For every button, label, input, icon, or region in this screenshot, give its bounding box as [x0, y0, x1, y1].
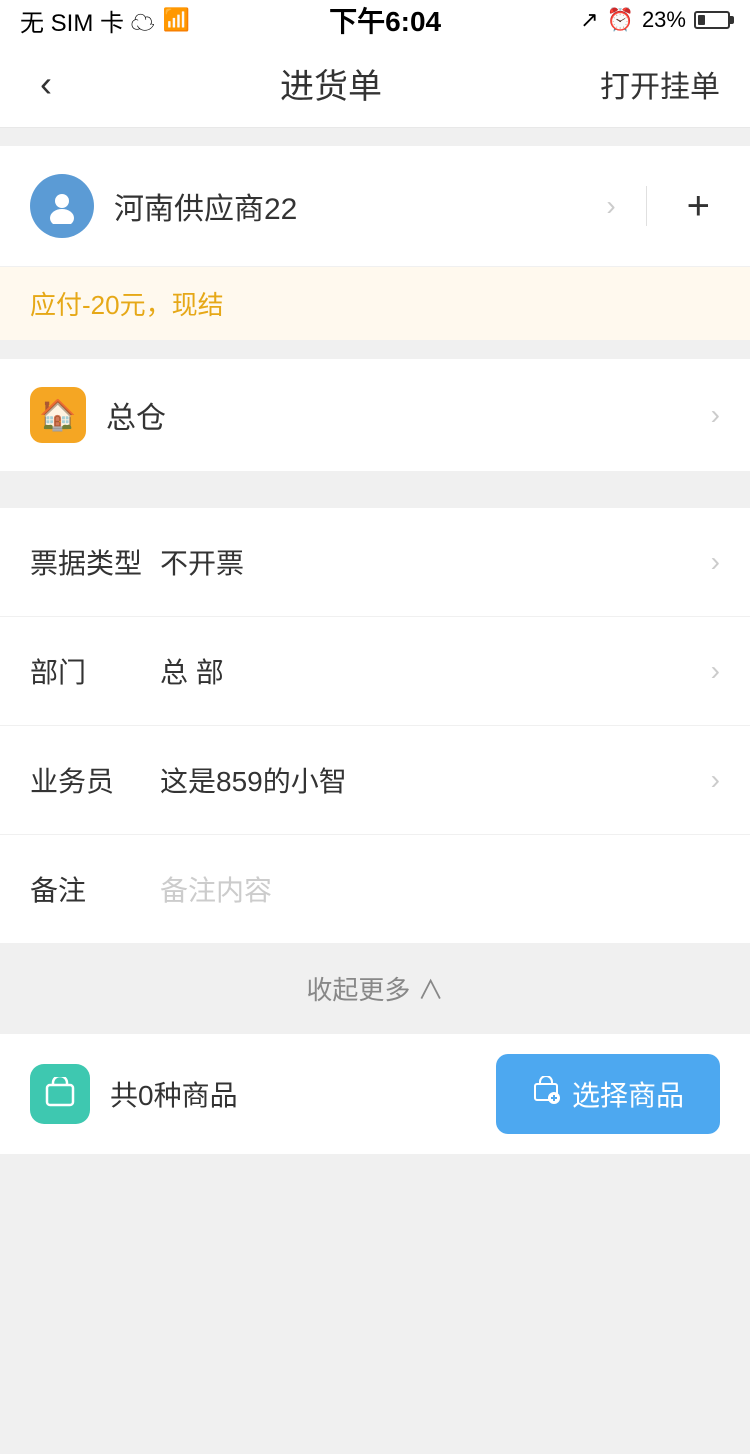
warehouse-name: 总仓: [106, 393, 711, 437]
dept-value: 总 部: [160, 651, 711, 691]
person-icon: [44, 188, 80, 224]
invoice-row[interactable]: 票据类型 不开票 ›: [0, 508, 750, 617]
status-time: 下午6:04: [329, 0, 441, 40]
sales-label: 业务员: [30, 760, 160, 800]
status-right: ↗ ⏰ 23%: [580, 7, 730, 33]
invoice-label: 票据类型: [30, 542, 160, 582]
divider: [646, 186, 647, 226]
location-icon: ↗: [580, 7, 598, 33]
open-pending-button[interactable]: 打开挂单: [600, 62, 720, 106]
dept-chevron-icon: ›: [711, 655, 720, 687]
mid-divider1: [0, 341, 750, 359]
warehouse-icon: 🏠: [30, 387, 86, 443]
page-title: 进货单: [280, 59, 382, 108]
select-product-button[interactable]: 选择商品: [496, 1054, 720, 1134]
cart-icon: [532, 1076, 562, 1106]
alarm-icon: ⏰: [607, 7, 634, 33]
add-button[interactable]: +: [677, 184, 720, 229]
product-icon: [30, 1064, 90, 1124]
select-cart-icon: [532, 1076, 562, 1113]
warehouse-chevron-icon: ›: [711, 399, 720, 431]
remark-row[interactable]: 备注 备注内容: [0, 835, 750, 944]
remark-input[interactable]: 备注内容: [160, 869, 720, 909]
remark-label: 备注: [30, 869, 160, 909]
invoice-value: 不开票: [160, 542, 711, 582]
cart-small-icon: [43, 1077, 77, 1111]
battery-icon: [694, 11, 730, 29]
sales-row[interactable]: 业务员 这是859的小智 ›: [0, 726, 750, 835]
invoice-chevron-icon: ›: [711, 546, 720, 578]
info-banner: 应付-20元，现结: [0, 267, 750, 341]
dept-label: 部门: [30, 651, 160, 691]
wifi-icon: 📶: [163, 7, 190, 33]
select-btn-label: 选择商品: [572, 1074, 684, 1114]
mid-divider2: [0, 472, 750, 490]
page-background: [0, 1154, 750, 1454]
battery-label: 23%: [642, 7, 686, 33]
back-button[interactable]: ‹: [30, 53, 62, 115]
product-count-text: 共0种商品: [110, 1074, 496, 1114]
collapse-toggle[interactable]: 收起更多 ∧: [0, 944, 750, 1033]
form-section: 票据类型 不开票 › 部门 总 部 › 业务员 这是859的小智 › 备注 备注…: [0, 508, 750, 944]
nav-bar: ‹ 进货单 打开挂单: [0, 40, 750, 128]
bottom-bar: 共0种商品 选择商品: [0, 1033, 750, 1154]
sim-label: 无 SIM 卡 ☁: [20, 3, 155, 38]
info-text: 应付-20元，现结: [30, 290, 224, 320]
sales-chevron-icon: ›: [711, 764, 720, 796]
top-divider: [0, 128, 750, 146]
avatar: [30, 174, 94, 238]
warehouse-card: 🏠 总仓 ›: [0, 359, 750, 472]
warehouse-row[interactable]: 🏠 总仓 ›: [0, 359, 750, 472]
status-bar: 无 SIM 卡 ☁ 📶 下午6:04 ↗ ⏰ 23%: [0, 0, 750, 40]
dept-row[interactable]: 部门 总 部 ›: [0, 617, 750, 726]
status-left: 无 SIM 卡 ☁ 📶: [20, 3, 190, 38]
supplier-row[interactable]: 河南供应商22 › +: [0, 146, 750, 267]
sales-value: 这是859的小智: [160, 760, 711, 800]
supplier-card: 河南供应商22 › + 应付-20元，现结: [0, 146, 750, 341]
supplier-chevron-icon: ›: [606, 190, 615, 222]
collapse-label: 收起更多 ∧: [306, 975, 443, 1005]
supplier-name: 河南供应商22: [114, 184, 606, 228]
